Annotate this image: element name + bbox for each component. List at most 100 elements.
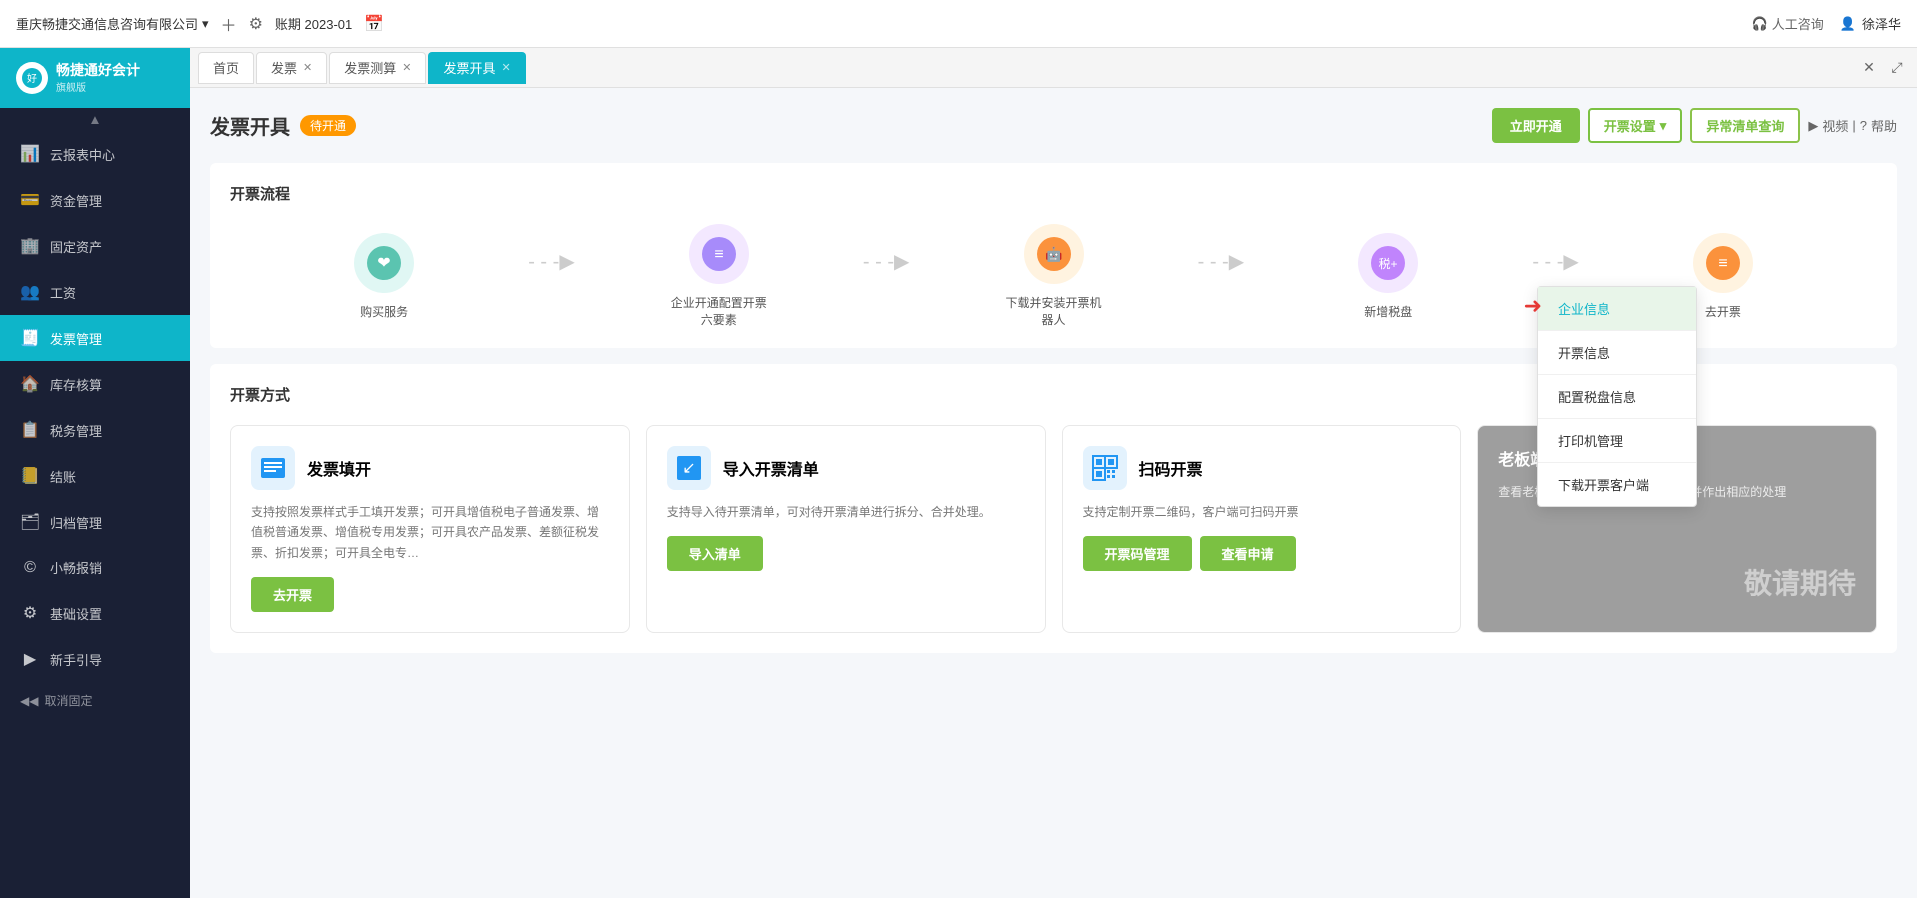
sidebar-item-label: 税务管理 — [50, 421, 102, 440]
sidebar-item-archive[interactable]: 🗂 归档管理 — [0, 499, 190, 545]
flow-step-3: 🤖 下载并安装开票机器人 — [899, 224, 1207, 328]
user-avatar-icon: 👤 — [1840, 16, 1856, 32]
activate-button[interactable]: 立即开通 — [1492, 108, 1580, 143]
svg-text:好: 好 — [27, 73, 37, 85]
method-3-btn1[interactable]: 开票码管理 — [1083, 536, 1192, 571]
dropdown-item-invoice-info[interactable]: 开票信息 — [1538, 331, 1696, 375]
company-name[interactable]: 重庆畅捷交通信息咨询有限公司 ▾ — [16, 14, 209, 33]
user-name: 徐泽华 — [1862, 14, 1901, 33]
step-2-label: 企业开通配置开票六要素 — [669, 294, 769, 328]
sidebar-item-accounting[interactable]: 📒 结账 — [0, 453, 190, 499]
settings-sidebar-icon: ⚙ — [20, 603, 40, 623]
play-icon: ▶ — [1808, 118, 1818, 134]
fixed-assets-icon: 🏢 — [20, 236, 40, 256]
tab-invoice-close[interactable]: ✕ — [303, 61, 312, 74]
dropdown-item-company-info[interactable]: 企业信息 — [1538, 287, 1696, 331]
pin-icon: ◀◀ — [20, 694, 38, 708]
method-card-1-header: 发票填开 — [251, 446, 609, 490]
sidebar-item-label: 资金管理 — [50, 191, 102, 210]
sidebar-item-invoice[interactable]: 🧾 发票管理 — [0, 315, 190, 361]
method-card-3-header: 扫码开票 — [1083, 446, 1441, 490]
method-card-manual: 发票填开 支持按照发票样式手工填开发票；可开具增值税电子普通发票、增值税普通发票… — [230, 425, 630, 633]
page-title-area: 发票开具 待开通 — [210, 111, 356, 140]
sidebar-item-fund[interactable]: 💳 资金管理 — [0, 177, 190, 223]
method-3-icon — [1083, 446, 1127, 490]
calendar-icon[interactable]: 📅 — [364, 14, 384, 34]
svg-text:🤖: 🤖 — [1045, 246, 1062, 263]
main-content: 发票开具 待开通 立即开通 开票设置 ▾ 异常清单查询 ▶ 视频 | ? — [190, 88, 1917, 898]
page-title: 发票开具 — [210, 111, 290, 140]
sidebar-item-label: 云报表中心 — [50, 145, 115, 164]
app-container: 好 畅捷通好会计 旗舰版 ▲ 📊 云报表中心 💳 资金管理 🏢 固定资产 👥 工… — [0, 48, 1917, 898]
method-1-icon — [251, 446, 295, 490]
flow-step-2: ≡ 企业开通配置开票六要素 — [565, 224, 873, 328]
method-2-title: 导入开票清单 — [723, 456, 819, 480]
sidebar-item-cloud-report[interactable]: 📊 云报表中心 — [0, 131, 190, 177]
cloud-report-icon: 📊 — [20, 144, 40, 164]
step-2-icon: ≡ — [689, 224, 749, 284]
sidebar-item-guide[interactable]: ▶ 新手引导 — [0, 636, 190, 682]
sidebar-item-label: 小畅报销 — [50, 558, 102, 577]
sidebar-item-inventory[interactable]: 🏠 库存核算 — [0, 361, 190, 407]
sidebar-item-fixed-assets[interactable]: 🏢 固定资产 — [0, 223, 190, 269]
sidebar-item-settings[interactable]: ⚙ 基础设置 — [0, 590, 190, 636]
sidebar-item-report-sales[interactable]: © 小畅报销 — [0, 545, 190, 590]
header-actions: 立即开通 开票设置 ▾ 异常清单查询 ▶ 视频 | ? 帮助 — [1492, 108, 1897, 143]
settings-dropdown: 企业信息 开票信息 配置税盘信息 打印机管理 下载开票客户端 — [1537, 286, 1697, 507]
help-icon: ? — [1860, 118, 1867, 133]
method-2-btn[interactable]: 导入清单 — [667, 536, 763, 571]
support-button[interactable]: 🎧 人工咨询 — [1752, 14, 1824, 33]
tab-invoice-issue-label: 发票开具 — [443, 58, 495, 77]
logo-area[interactable]: 好 畅捷通好会计 旗舰版 — [0, 48, 190, 108]
tab-bar: 首页 发票 ✕ 发票测算 ✕ 发票开具 ✕ ✕ ⤢ — [190, 48, 1917, 88]
sidebar-item-tax[interactable]: 📋 税务管理 — [0, 407, 190, 453]
company-dropdown-icon[interactable]: ▾ — [202, 16, 209, 32]
tab-invoice-issue-close[interactable]: ✕ — [502, 61, 511, 74]
tab-invoice-calc-close[interactable]: ✕ — [402, 61, 411, 74]
method-3-title: 扫码开票 — [1139, 456, 1203, 480]
user-info[interactable]: 👤 徐泽华 — [1840, 14, 1901, 33]
dropdown-item-printer[interactable]: 打印机管理 — [1538, 419, 1696, 463]
payroll-icon: 👥 — [20, 282, 40, 302]
dropdown-item-tax-disk[interactable]: 配置税盘信息 — [1538, 375, 1696, 419]
guide-icon: ▶ — [20, 649, 40, 669]
top-bar: 重庆畅捷交通信息咨询有限公司 ▾ ＋ ⚙ 账期 2023-01 📅 🎧 人工咨询… — [0, 0, 1917, 48]
overlay-text: 敬请期待 — [1744, 562, 1856, 602]
flow-step-1: ❤ 购买服务 — [230, 233, 538, 320]
add-icon[interactable]: ＋ — [221, 12, 237, 36]
chevron-down-icon: ▾ — [1660, 118, 1667, 134]
sidebar-item-payroll[interactable]: 👥 工资 — [0, 269, 190, 315]
headset-icon: 🎧 — [1752, 16, 1768, 32]
invoice-icon: 🧾 — [20, 328, 40, 348]
video-button[interactable]: ▶ 视频 | ? 帮助 — [1808, 116, 1897, 135]
method-3-btn2[interactable]: 查看申请 — [1200, 536, 1296, 571]
sidebar: 好 畅捷通好会计 旗舰版 ▲ 📊 云报表中心 💳 资金管理 🏢 固定资产 👥 工… — [0, 48, 190, 898]
logo-text: 畅捷通好会计 — [56, 62, 140, 79]
exception-button[interactable]: 异常清单查询 — [1690, 108, 1800, 143]
sidebar-cancel-pin[interactable]: ◀◀ 取消固定 — [0, 682, 190, 719]
tab-home[interactable]: 首页 — [198, 52, 254, 84]
step-1-icon: ❤ — [354, 233, 414, 293]
top-bar-right: 🎧 人工咨询 👤 徐泽华 — [1752, 14, 1901, 33]
inventory-icon: 🏠 — [20, 374, 40, 394]
step-3-icon: 🤖 — [1024, 224, 1084, 284]
svg-text:≡: ≡ — [714, 246, 723, 263]
sidebar-item-label: 基础设置 — [50, 604, 102, 623]
step-5-icon: ≡ — [1693, 233, 1753, 293]
tab-invoice-issue[interactable]: 发票开具 ✕ — [428, 52, 525, 84]
svg-text:❤: ❤ — [377, 255, 390, 272]
settings-button[interactable]: 开票设置 ▾ — [1588, 108, 1683, 143]
tab-invoice-calc[interactable]: 发票测算 ✕ — [329, 52, 426, 84]
sidebar-scroll-up[interactable]: ▲ — [0, 108, 190, 131]
window-maximize-button[interactable]: ⤢ — [1885, 56, 1909, 80]
tax-icon: 📋 — [20, 420, 40, 440]
step-1-label: 购买服务 — [360, 303, 408, 320]
dropdown-item-download-client[interactable]: 下载开票客户端 — [1538, 463, 1696, 506]
method-card-import: ↙ 导入开票清单 支持导入待开票清单，可对待开票清单进行拆分、合并处理。 导入清… — [646, 425, 1046, 633]
method-1-btn[interactable]: 去开票 — [251, 577, 334, 612]
svg-text:税+: 税+ — [1379, 257, 1398, 271]
svg-text:≡: ≡ — [1718, 255, 1727, 272]
settings-icon[interactable]: ⚙ — [249, 14, 263, 34]
tab-invoice[interactable]: 发票 ✕ — [256, 52, 327, 84]
window-close-button[interactable]: ✕ — [1857, 56, 1881, 80]
